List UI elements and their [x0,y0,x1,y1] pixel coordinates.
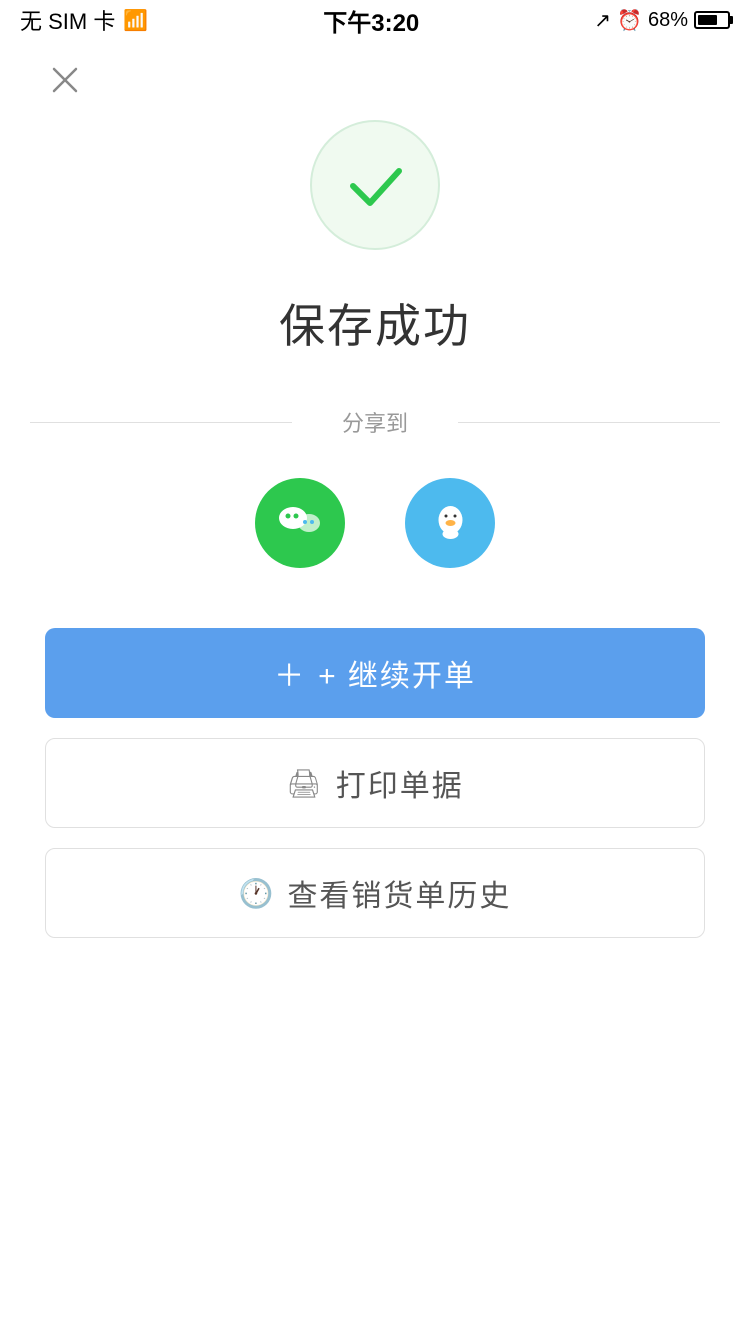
divider-right [458,422,720,423]
plus-icon: ＋ [274,651,306,695]
clock-icon: 🕐 [239,877,276,910]
printer-icon: 🖨 [286,767,324,800]
battery-icon [694,11,730,29]
share-label: 分享到 [342,406,408,438]
close-button[interactable] [40,55,90,105]
status-bar: 无 SIM 卡 📶 下午3:20 ↗ ⏰ 68% [0,0,750,40]
share-icons [255,478,495,568]
print-button[interactable]: 🖨 打印单据 [45,738,705,828]
qq-icon [423,496,478,551]
wechat-icon [273,496,328,551]
checkmark-icon [343,153,408,218]
status-right: ↗ ⏰ 68% [594,8,730,33]
action-buttons: ＋ + 继续开单 🖨 打印单据 🕐 查看销货单历史 [45,628,705,938]
continue-label: + 继续开单 [318,651,476,695]
qq-share-button[interactable] [405,478,495,568]
carrier-text: 无 SIM 卡 [20,4,115,36]
battery-percentage: 68% [648,9,688,32]
success-title: 保存成功 [279,290,471,356]
status-time: 下午3:20 [323,3,419,38]
status-left: 无 SIM 卡 📶 [20,4,148,36]
print-label: 打印单据 [336,761,464,805]
history-label: 查看销货单历史 [287,871,511,915]
share-section: 分享到 [0,406,750,568]
main-content: 保存成功 分享到 [0,40,750,938]
location-icon: ↗ [594,8,611,33]
alarm-icon: ⏰ [617,8,642,33]
wechat-share-button[interactable] [255,478,345,568]
divider-left [30,422,292,423]
success-icon-circle [310,120,440,250]
wifi-icon: 📶 [123,8,148,33]
share-divider: 分享到 [0,406,750,438]
history-button[interactable]: 🕐 查看销货单历史 [45,848,705,938]
continue-button[interactable]: ＋ + 继续开单 [45,628,705,718]
